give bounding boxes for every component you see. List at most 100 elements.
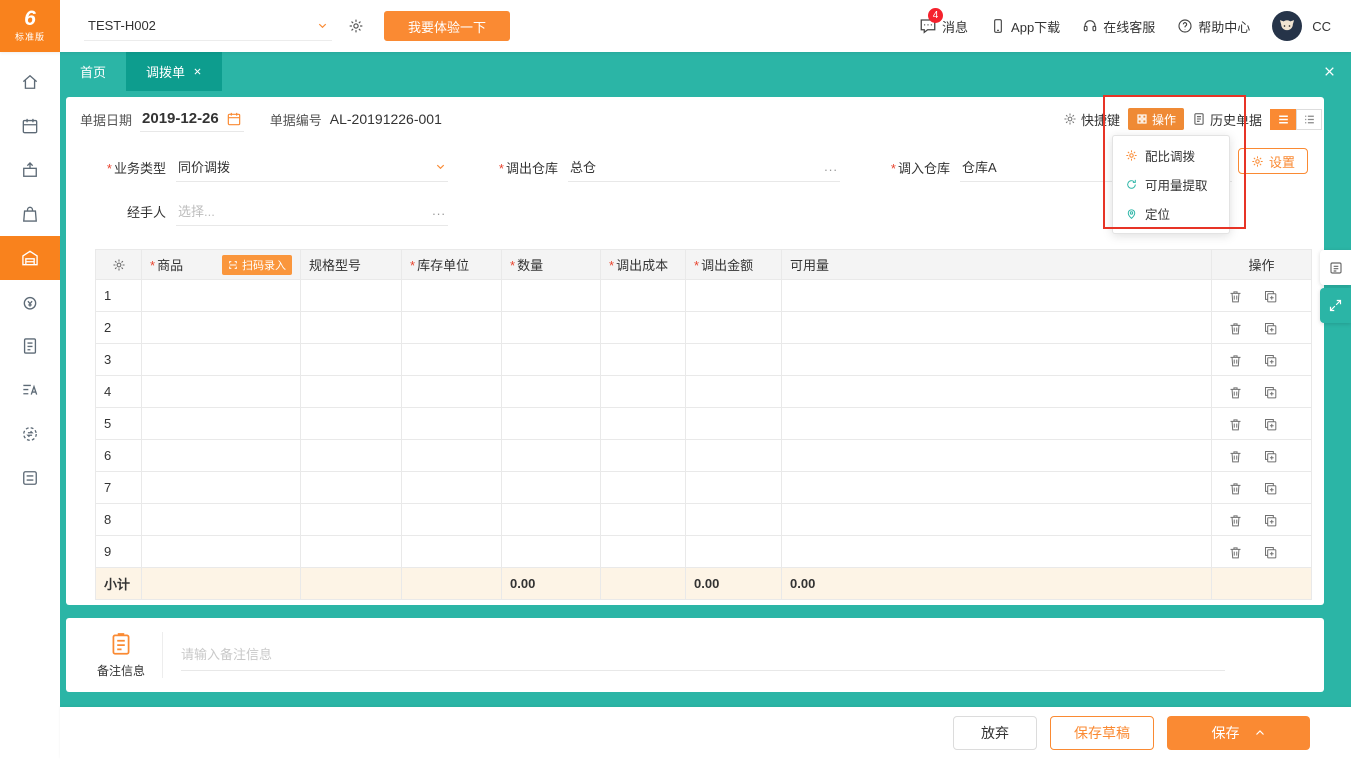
cell-cost[interactable] (600, 343, 686, 376)
delete-row-icon[interactable] (1228, 321, 1243, 336)
cell-quantity[interactable] (501, 439, 601, 472)
cell-cost[interactable] (600, 503, 686, 536)
menu-item-locate[interactable]: 定位 (1113, 199, 1229, 228)
column-settings-gear-icon[interactable] (104, 258, 133, 272)
account-selector[interactable]: TEST-H002 (84, 11, 332, 41)
close-all-tabs-icon[interactable] (1308, 52, 1351, 91)
sidebar-item-reports[interactable] (0, 368, 60, 412)
sidebar-item-schedule[interactable] (0, 104, 60, 148)
cell-product[interactable] (141, 343, 301, 376)
scan-entry-button[interactable]: 扫码录入 (222, 254, 292, 275)
insert-row-icon[interactable] (1263, 289, 1278, 304)
sidebar-item-home[interactable] (0, 60, 60, 104)
detail-view-toggle[interactable] (1296, 108, 1322, 130)
cell-unit[interactable] (401, 439, 502, 472)
business-type-select[interactable]: 同价调拨 (176, 152, 448, 182)
cell-quantity[interactable] (501, 311, 601, 344)
trial-button[interactable]: 我要体验一下 (384, 11, 511, 41)
cell-quantity[interactable] (501, 375, 601, 408)
delete-row-icon[interactable] (1228, 513, 1243, 528)
delete-row-icon[interactable] (1228, 417, 1243, 432)
insert-row-icon[interactable] (1263, 449, 1278, 464)
tab-close-icon[interactable] (193, 67, 202, 76)
expand-float-button[interactable] (1320, 288, 1351, 323)
cell-quantity[interactable] (501, 407, 601, 440)
cell-product[interactable] (141, 407, 301, 440)
sidebar-item-purchase[interactable] (0, 192, 60, 236)
insert-row-icon[interactable] (1263, 513, 1278, 528)
delete-row-icon[interactable] (1228, 545, 1243, 560)
cell-quantity[interactable] (501, 343, 601, 376)
delete-row-icon[interactable] (1228, 289, 1243, 304)
help-center-button[interactable]: 帮助中心 (1177, 17, 1250, 36)
cell-quantity[interactable] (501, 471, 601, 504)
cell-cost[interactable] (600, 375, 686, 408)
cell-amount[interactable] (685, 407, 782, 440)
app-download-button[interactable]: App下载 (990, 17, 1060, 36)
cell-amount[interactable] (685, 503, 782, 536)
delete-row-icon[interactable] (1228, 353, 1243, 368)
cell-product[interactable] (141, 279, 301, 312)
history-button[interactable]: 历史单据 (1192, 110, 1262, 129)
insert-row-icon[interactable] (1263, 417, 1278, 432)
cell-unit[interactable] (401, 535, 502, 568)
cell-product[interactable] (141, 311, 301, 344)
sidebar-item-delivery[interactable] (0, 148, 60, 192)
cell-cost[interactable] (600, 407, 686, 440)
cell-product[interactable] (141, 503, 301, 536)
cell-product[interactable] (141, 439, 301, 472)
sidebar-item-invoices[interactable] (0, 324, 60, 368)
discard-button[interactable]: 放弃 (953, 716, 1037, 750)
delete-row-icon[interactable] (1228, 481, 1243, 496)
cell-product[interactable] (141, 535, 301, 568)
cell-unit[interactable] (401, 279, 502, 312)
notes-float-button[interactable] (1320, 250, 1351, 285)
avatar[interactable] (1272, 11, 1303, 41)
delete-row-icon[interactable] (1228, 449, 1243, 464)
tab-transfer-order[interactable]: 调拨单 (126, 52, 223, 91)
insert-row-icon[interactable] (1263, 385, 1278, 400)
cell-amount[interactable] (685, 439, 782, 472)
cell-amount[interactable] (685, 471, 782, 504)
cell-amount[interactable] (685, 279, 782, 312)
date-field[interactable]: 2019-12-26 (140, 106, 244, 132)
delete-row-icon[interactable] (1228, 385, 1243, 400)
tab-home[interactable]: 首页 (60, 52, 126, 91)
cell-quantity[interactable] (501, 279, 601, 312)
cell-amount[interactable] (685, 343, 782, 376)
cell-cost[interactable] (600, 439, 686, 472)
insert-row-icon[interactable] (1263, 321, 1278, 336)
cell-cost[interactable] (600, 279, 686, 312)
insert-row-icon[interactable] (1263, 545, 1278, 560)
sidebar-item-new[interactable] (0, 456, 60, 500)
sidebar-item-funds[interactable] (0, 280, 60, 324)
cell-unit[interactable] (401, 407, 502, 440)
remark-input[interactable] (181, 639, 1225, 671)
cell-product[interactable] (141, 471, 301, 504)
action-button[interactable]: 操作 (1127, 108, 1184, 130)
cell-cost[interactable] (600, 311, 686, 344)
handler-select[interactable]: 选择... ... (176, 196, 448, 226)
cell-product[interactable] (141, 375, 301, 408)
list-view-toggle[interactable] (1270, 108, 1296, 130)
cell-unit[interactable] (401, 343, 502, 376)
save-draft-button[interactable]: 保存草稿 (1050, 716, 1154, 750)
settings-button[interactable]: 设置 (1237, 148, 1308, 174)
menu-item-available-extract[interactable]: 可用量提取 (1113, 170, 1229, 199)
cell-cost[interactable] (600, 535, 686, 568)
menu-item-ratio-transfer[interactable]: 配比调拨 (1113, 141, 1229, 170)
save-button[interactable]: 保存 (1167, 716, 1310, 750)
insert-row-icon[interactable] (1263, 481, 1278, 496)
cell-amount[interactable] (685, 375, 782, 408)
sidebar-item-sync[interactable] (0, 412, 60, 456)
cell-unit[interactable] (401, 311, 502, 344)
cell-amount[interactable] (685, 311, 782, 344)
cell-unit[interactable] (401, 375, 502, 408)
account-settings-gear-icon[interactable] (348, 18, 364, 34)
sidebar-item-inventory[interactable] (0, 236, 60, 280)
cell-quantity[interactable] (501, 503, 601, 536)
cell-unit[interactable] (401, 503, 502, 536)
shortcut-button[interactable]: 快捷键 (1063, 110, 1120, 129)
out-warehouse-select[interactable]: 总仓 ... (568, 152, 840, 182)
insert-row-icon[interactable] (1263, 353, 1278, 368)
